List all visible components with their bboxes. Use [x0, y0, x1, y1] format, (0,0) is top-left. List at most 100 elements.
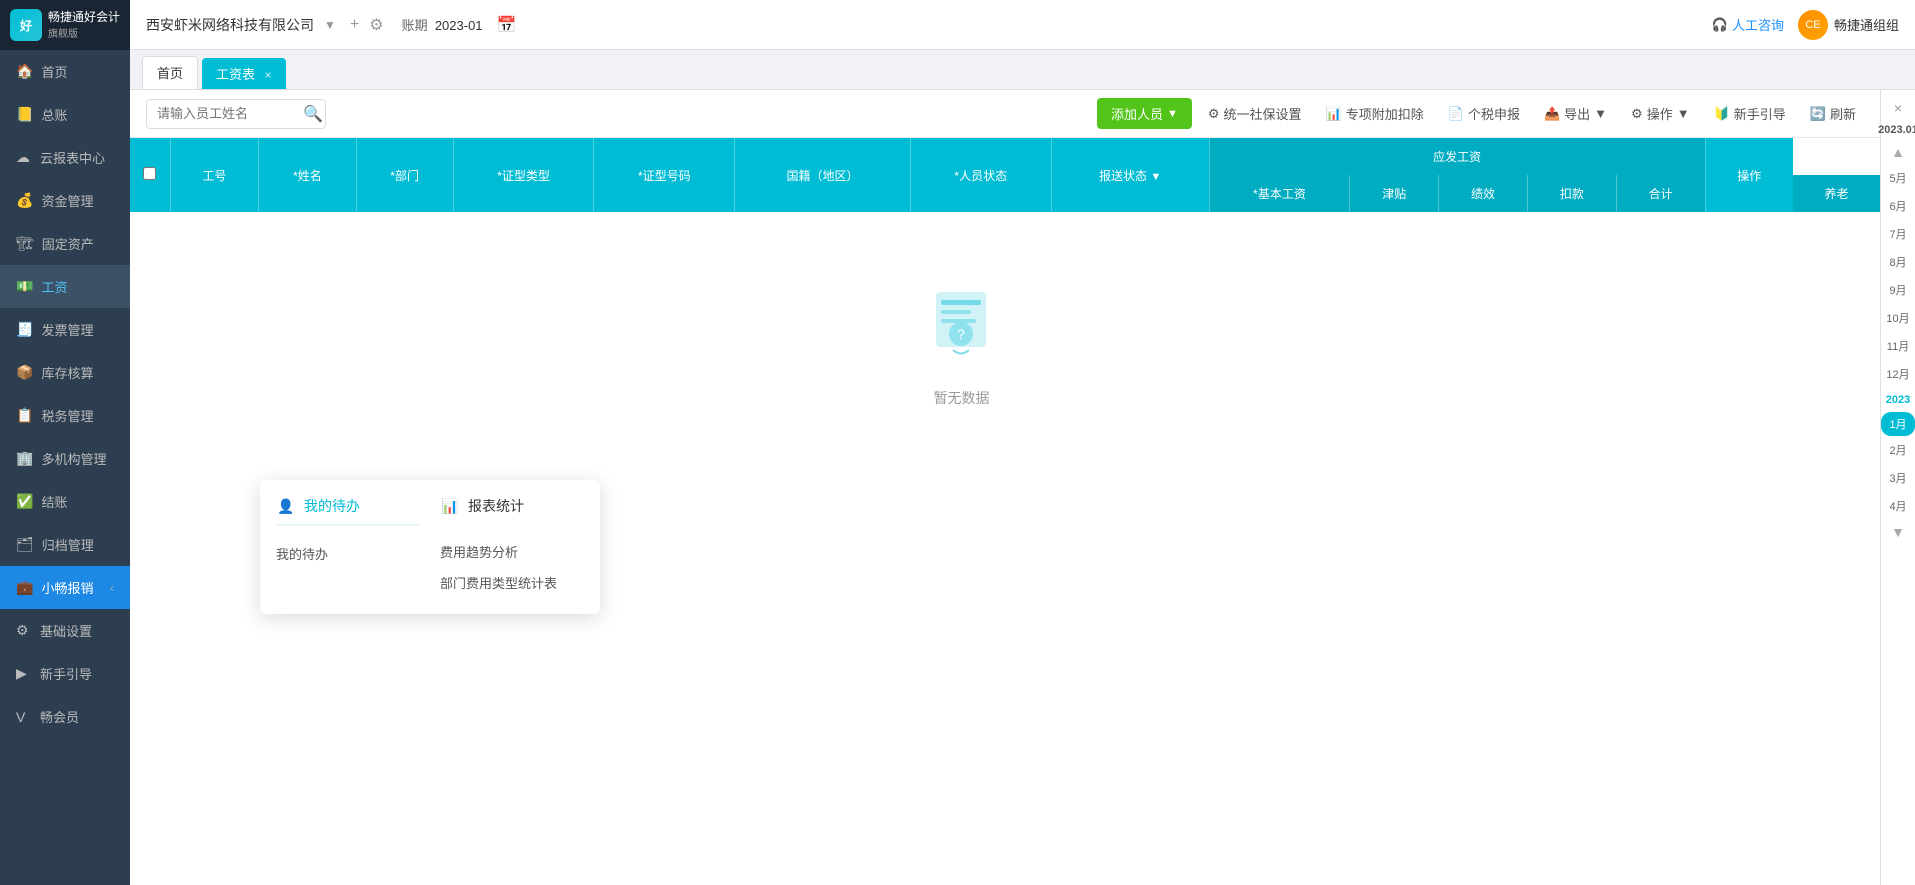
sidebar-item-vip[interactable]: V 畅会员 — [0, 695, 130, 738]
sidebar-item-new-guide[interactable]: ▶ 新手引导 — [0, 652, 130, 695]
scroll-up-arrow[interactable]: ▲ — [1887, 140, 1909, 164]
company-dropdown-arrow[interactable]: ▼ — [324, 18, 336, 32]
sidebar-label-general-ledger: 总账 — [41, 105, 67, 124]
sidebar-item-xiao-chang[interactable]: 💼 小畅报销 ‹ — [0, 566, 130, 609]
operation-dropdown-arrow: ▼ — [1677, 106, 1690, 121]
social-security-action[interactable]: ⚙ 统一社保设置 — [1200, 100, 1310, 127]
content: 🔍 添加人员 ▼ ⚙ 统一社保设置 📊 专项附加扣除 — [130, 90, 1915, 885]
page-toolbar: 🔍 添加人员 ▼ ⚙ 统一社保设置 📊 专项附加扣除 — [130, 90, 1880, 138]
avatar-initials: CE — [1805, 19, 1820, 31]
right-panel-close[interactable]: × — [1894, 100, 1902, 116]
sidebar-label-new-guide: 新手引导 — [40, 664, 92, 683]
add-person-label: 添加人员 — [1111, 104, 1163, 123]
sidebar-item-basic-settings[interactable]: ⚙ 基础设置 — [0, 609, 130, 652]
sidebar-item-cloud-report[interactable]: ☁ 云报表中心 — [0, 136, 130, 179]
month-12[interactable]: 12月 — [1881, 360, 1915, 388]
sidebar-item-tax[interactable]: 📋 税务管理 — [0, 394, 130, 437]
sidebar-item-invoice[interactable]: 🧾 发票管理 — [0, 308, 130, 351]
operation-action[interactable]: ⚙ 操作 ▼ — [1623, 100, 1698, 127]
sidebar-label-home: 首页 — [41, 62, 67, 81]
month-2[interactable]: 2月 — [1881, 436, 1915, 464]
sidebar-label-invoice: 发票管理 — [41, 320, 93, 339]
sidebar-label-fund: 资金管理 — [41, 191, 93, 210]
month-5[interactable]: 5月 — [1881, 164, 1915, 192]
report-filter-icon[interactable]: ▼ — [1150, 171, 1161, 183]
month-3[interactable]: 3月 — [1881, 464, 1915, 492]
user-menu[interactable]: CE 畅捷通组组 — [1798, 10, 1899, 40]
refresh-icon: 🔄 — [1810, 106, 1826, 122]
inventory-icon: 📦 — [16, 364, 33, 381]
sidebar-item-inventory[interactable]: 📦 库存核算 — [0, 351, 130, 394]
calendar-icon[interactable]: 📅 — [497, 15, 517, 35]
company-name[interactable]: 西安虾米网络科技有限公司 — [146, 15, 314, 35]
sidebar-item-general-ledger[interactable]: 📒 总账 — [0, 93, 130, 136]
help-button[interactable]: 🎧 人工咨询 — [1712, 15, 1784, 34]
period-display-text: 2023.01 — [1878, 124, 1915, 136]
avatar: CE — [1798, 10, 1828, 40]
tax-report-action[interactable]: 📄 个税申报 — [1440, 100, 1528, 127]
month-11[interactable]: 11月 — [1881, 332, 1915, 360]
sidebar-item-fixed-assets[interactable]: 🏗 固定资产 — [0, 222, 130, 265]
search-wrap: 🔍 — [146, 99, 326, 129]
sidebar-item-multi-org[interactable]: 🏢 多机构管理 — [0, 437, 130, 480]
month-8[interactable]: 8月 — [1881, 248, 1915, 276]
settings-button[interactable]: ⚙ — [369, 15, 383, 35]
ledger-icon: 📒 — [16, 106, 33, 123]
sidebar-item-fund[interactable]: 💰 资金管理 — [0, 179, 130, 222]
logo-text: 畅捷通好会计 — [48, 10, 120, 26]
th-allowance: 津贴 — [1350, 175, 1439, 212]
empty-text: 暂无数据 — [933, 388, 989, 408]
home-icon: 🏠 — [16, 63, 33, 80]
scroll-down-arrow[interactable]: ▼ — [1887, 520, 1909, 544]
th-total: 合计 — [1616, 175, 1705, 212]
popup-col-report: 📊 报表统计 费用趋势分析 部门费用类型统计表 — [440, 496, 584, 598]
refresh-action[interactable]: 🔄 刷新 — [1802, 100, 1864, 127]
right-panel: × 2023.01 ▲ 5月 6月 7月 8月 9月 10月 11月 12月 2… — [1880, 90, 1915, 885]
sidebar-item-salary[interactable]: 💵 工资 — [0, 265, 130, 308]
salary-table: 工号 *姓名 *部门 *证型类型 *证型号码 国籍（地区） *人员状态 报送状态… — [130, 138, 1880, 468]
th-nationality: 国籍（地区） — [735, 138, 911, 212]
period-text: 账期 — [402, 18, 428, 33]
th-checkbox[interactable] — [130, 138, 170, 212]
new-guide-action[interactable]: 🔰 新手引导 — [1706, 100, 1794, 127]
topbar: 西安虾米网络科技有限公司 ▼ + ⚙ 账期 2023-01 📅 🎧 人工咨询 C… — [130, 0, 1915, 50]
sidebar-label-salary: 工资 — [41, 277, 67, 296]
vip-icon: V — [16, 709, 32, 725]
tab-home[interactable]: 首页 — [142, 56, 198, 89]
tab-close-button[interactable]: × — [265, 68, 272, 82]
sidebar-item-home[interactable]: 🏠 首页 — [0, 50, 130, 93]
popup-cost-trend-item[interactable]: 费用趋势分析 — [440, 536, 584, 567]
popup-todo-item[interactable]: 我的待办 — [276, 538, 420, 569]
add-dropdown-arrow: ▼ — [1167, 108, 1178, 120]
sidebar-item-settlement[interactable]: ✅ 结账 — [0, 480, 130, 523]
month-10[interactable]: 10月 — [1881, 304, 1915, 332]
special-deduction-action[interactable]: 📊 专项附加扣除 — [1318, 100, 1432, 127]
export-dropdown-arrow: ▼ — [1594, 106, 1607, 121]
sidebar-label-multi-org: 多机构管理 — [41, 449, 106, 468]
expand-arrow: ‹ — [110, 581, 114, 595]
search-input[interactable] — [157, 106, 297, 121]
month-9[interactable]: 9月 — [1881, 276, 1915, 304]
add-person-button[interactable]: 添加人员 ▼ — [1097, 98, 1192, 129]
th-pension: 养老 — [1793, 175, 1880, 212]
search-icon[interactable]: 🔍 — [303, 104, 323, 124]
logo-icon: 好 — [10, 9, 42, 41]
sidebar-item-archive[interactable]: 🗂 归档管理 — [0, 523, 130, 566]
tax-report-label: 个税申报 — [1468, 104, 1520, 123]
tab-salary-table[interactable]: 工资表 × — [202, 58, 286, 89]
username: 畅捷通组组 — [1834, 15, 1899, 34]
tab-salary-label: 工资表 — [216, 67, 255, 82]
popup-dept-cost-item[interactable]: 部门费用类型统计表 — [440, 567, 584, 598]
month-7[interactable]: 7月 — [1881, 220, 1915, 248]
th-personnel-status: *人员状态 — [910, 138, 1051, 212]
export-action[interactable]: 📤 导出 ▼ — [1536, 100, 1615, 127]
empty-illustration: ? — [911, 272, 1011, 372]
month-4[interactable]: 4月 — [1881, 492, 1915, 520]
sidebar-label-vip: 畅会员 — [40, 707, 79, 726]
xiao-chang-popup: 👤 我的待办 我的待办 📊 报表统计 费用趋势分析 部门费用类型统计表 — [260, 480, 600, 614]
add-company-button[interactable]: + — [350, 16, 359, 34]
tax-icon: 📋 — [16, 407, 33, 424]
select-all-checkbox[interactable] — [143, 167, 156, 180]
month-6[interactable]: 6月 — [1881, 192, 1915, 220]
month-1-current[interactable]: 1月 — [1881, 412, 1915, 436]
